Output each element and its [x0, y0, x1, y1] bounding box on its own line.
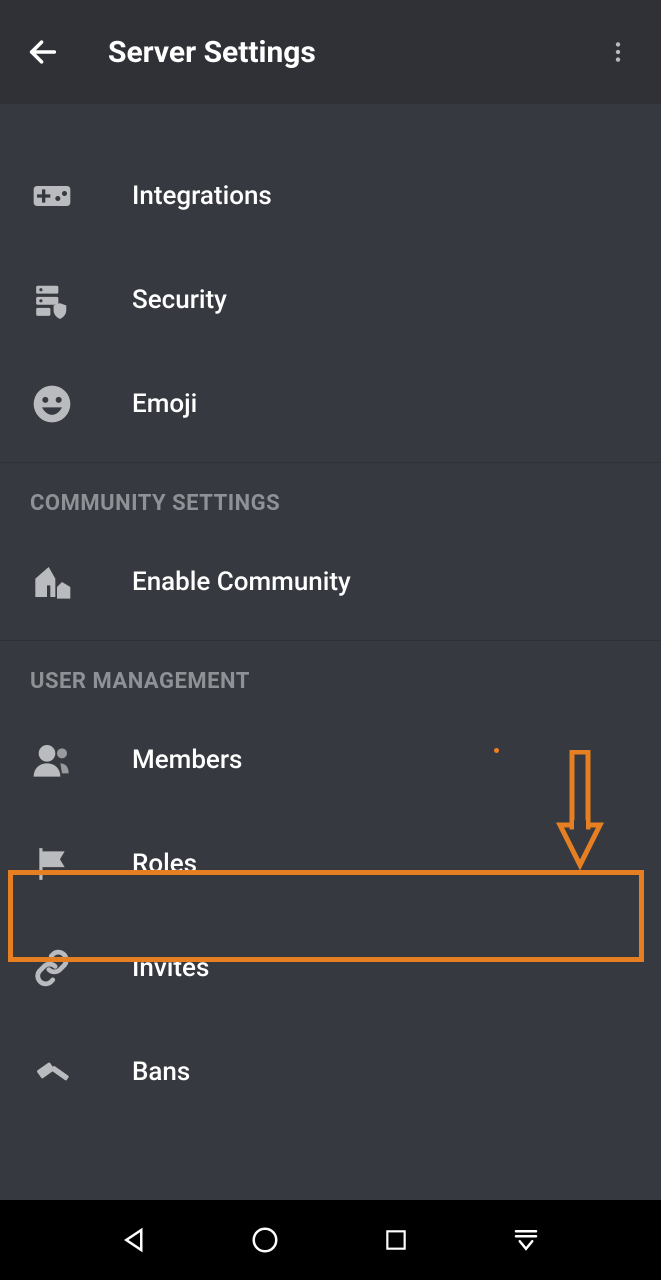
dropdown-icon — [511, 1225, 541, 1255]
settings-item-label: Roles — [132, 849, 197, 879]
back-button[interactable] — [18, 27, 68, 77]
settings-item-bans[interactable]: Bans — [0, 1020, 661, 1124]
settings-item-roles[interactable]: Roles — [0, 812, 661, 916]
nav-back-button[interactable] — [110, 1215, 160, 1265]
shield-server-icon — [30, 278, 74, 322]
community-house-icon — [30, 560, 74, 604]
settings-item-label: Bans — [132, 1057, 190, 1087]
section-header-community: COMMUNITY SETTINGS — [0, 463, 661, 530]
settings-list: Integrations Security Emoji COMMUNITY SE… — [0, 104, 661, 1124]
settings-item-emoji[interactable]: Emoji — [0, 352, 661, 456]
flag-icon — [30, 842, 74, 886]
page-title: Server Settings — [108, 35, 593, 70]
nav-recent-button[interactable] — [371, 1215, 421, 1265]
nav-dropdown-button[interactable] — [501, 1215, 551, 1265]
settings-item-enable-community[interactable]: Enable Community — [0, 530, 661, 634]
gamepad-icon — [30, 174, 74, 218]
link-icon — [30, 946, 74, 990]
more-options-button[interactable] — [593, 27, 643, 77]
members-icon — [30, 738, 74, 782]
android-nav-bar — [0, 1200, 661, 1280]
settings-item-label: Security — [132, 285, 227, 315]
back-arrow-icon — [26, 35, 60, 69]
emoji-icon — [30, 382, 74, 426]
more-vertical-icon — [605, 39, 631, 65]
app-header: Server Settings — [0, 0, 661, 104]
square-recent-icon — [383, 1227, 409, 1253]
settings-item-label: Members — [132, 745, 242, 775]
settings-item-security[interactable]: Security — [0, 248, 661, 352]
circle-home-icon — [250, 1225, 280, 1255]
settings-item-integrations[interactable]: Integrations — [0, 144, 661, 248]
annotation-dot — [494, 748, 499, 753]
triangle-back-icon — [120, 1225, 150, 1255]
nav-home-button[interactable] — [240, 1215, 290, 1265]
settings-item-label: Invites — [132, 953, 209, 983]
settings-item-invites[interactable]: Invites — [0, 916, 661, 1020]
gavel-icon — [30, 1050, 74, 1094]
settings-item-members[interactable]: Members — [0, 708, 661, 812]
section-header-user-management: USER MANAGEMENT — [0, 641, 661, 708]
settings-item-label: Integrations — [132, 181, 272, 211]
settings-item-label: Emoji — [132, 389, 197, 419]
settings-item-label: Enable Community — [132, 567, 351, 597]
